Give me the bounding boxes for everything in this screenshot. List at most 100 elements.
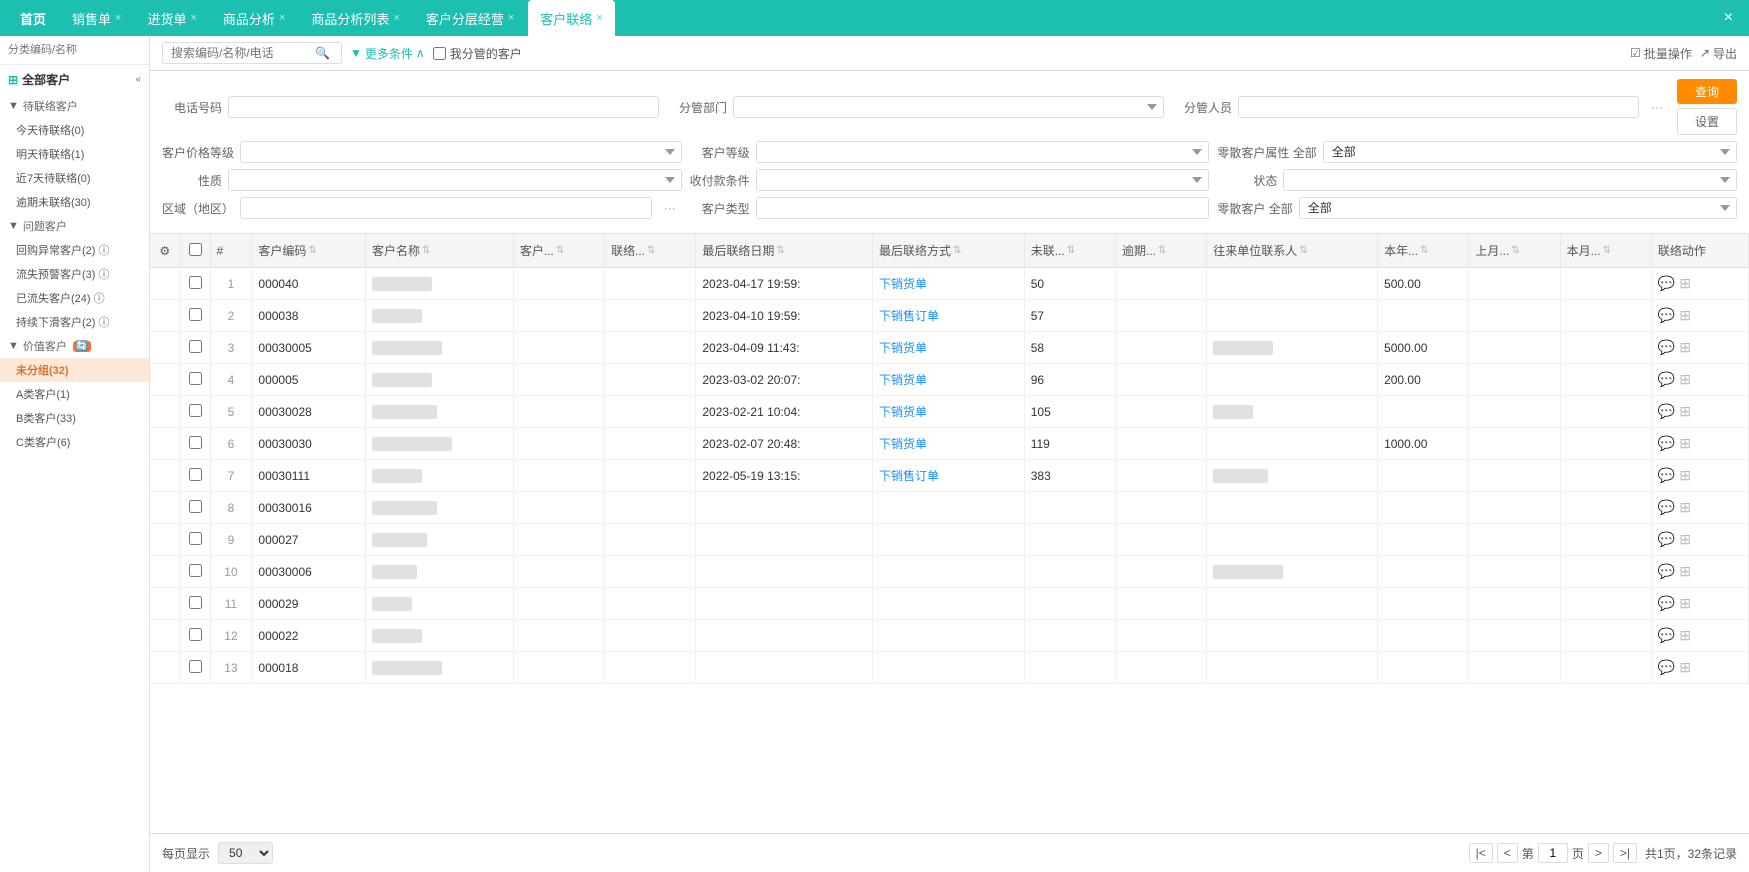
sidebar-group-pending[interactable]: ▼ 待联络客户 (0, 94, 149, 118)
sidebar-item-week[interactable]: 近7天待联络(0) (0, 166, 149, 190)
chat-icon-1[interactable]: 💬 (1658, 307, 1675, 324)
grid-action-icon-10[interactable]: ⊞ (1679, 595, 1691, 612)
sidebar-item-today[interactable]: 今天待联络(0) (0, 118, 149, 142)
grid-action-icon-1[interactable]: ⊞ (1679, 307, 1691, 324)
col-uncontacted[interactable]: 未联...⇅ (1024, 234, 1115, 268)
sidebar-item-b-group[interactable]: B类客户(33) (0, 406, 149, 430)
close-customer-segment-tab[interactable]: × (508, 12, 514, 24)
col-unit-contact[interactable]: 往来单位联系人⇅ (1207, 234, 1378, 268)
col-this-year[interactable]: 本年...⇅ (1378, 234, 1469, 268)
chat-icon-8[interactable]: 💬 (1658, 531, 1675, 548)
filter-search-input[interactable] (171, 46, 311, 60)
row-select-10[interactable] (189, 596, 202, 609)
filter-region-more-icon[interactable]: ··· (658, 198, 682, 218)
chat-icon-2[interactable]: 💬 (1658, 339, 1675, 356)
method-link-1[interactable]: 下销售订单 (879, 309, 939, 323)
row-select-5[interactable] (189, 436, 202, 449)
per-page-select[interactable]: 50 100 200 (218, 842, 273, 864)
close-sales-tab[interactable]: × (115, 12, 121, 24)
filter-phone-input[interactable] (228, 96, 659, 118)
sidebar-item-unassigned[interactable]: 未分组(32) (0, 358, 149, 382)
chat-icon-5[interactable]: 💬 (1658, 435, 1675, 452)
chat-icon-3[interactable]: 💬 (1658, 371, 1675, 388)
method-link-0[interactable]: 下销货单 (879, 277, 927, 291)
col-last-month[interactable]: 上月...⇅ (1469, 234, 1560, 268)
tab-customer-contact[interactable]: 客户联络 × (528, 0, 614, 36)
grid-action-icon-8[interactable]: ⊞ (1679, 531, 1691, 548)
filter-manager-more-icon[interactable]: ··· (1645, 97, 1669, 117)
filter-customer-level-select[interactable] (756, 141, 1210, 163)
grid-action-icon-5[interactable]: ⊞ (1679, 435, 1691, 452)
col-contact[interactable]: 联络...⇅ (605, 234, 696, 268)
chat-icon-6[interactable]: 💬 (1658, 467, 1675, 484)
page-input[interactable] (1538, 843, 1568, 863)
sidebar-group-problem[interactable]: ▼ 问题客户 (0, 214, 149, 238)
tab-sales[interactable]: 销售单 × (60, 0, 133, 36)
reset-button[interactable]: 设置 (1677, 108, 1737, 135)
grid-action-icon-12[interactable]: ⊞ (1679, 659, 1691, 676)
col-last-contact-method[interactable]: 最后联络方式⇅ (873, 234, 1025, 268)
filter-manager-input[interactable] (1238, 96, 1639, 118)
col-last-contact-date[interactable]: 最后联络日期⇅ (696, 234, 873, 268)
prev-page-btn[interactable]: < (1497, 843, 1518, 863)
filter-dept-select[interactable] (733, 96, 1164, 118)
select-all-checkbox[interactable] (189, 243, 202, 256)
filter-customer-type-input[interactable] (756, 197, 1210, 219)
sidebar-group-value[interactable]: ▼ 价值客户 🔄 (0, 334, 149, 358)
method-link-2[interactable]: 下销货单 (879, 341, 927, 355)
col-overdue[interactable]: 逾期...⇅ (1116, 234, 1207, 268)
chat-icon-7[interactable]: 💬 (1658, 499, 1675, 516)
my-customers-checkbox[interactable] (433, 47, 446, 60)
tab-purchase[interactable]: 进货单 × (135, 0, 208, 36)
grid-action-icon-7[interactable]: ⊞ (1679, 499, 1691, 516)
next-page-btn[interactable]: > (1588, 843, 1609, 863)
method-link-3[interactable]: 下销货单 (879, 373, 927, 387)
chat-icon-10[interactable]: 💬 (1658, 595, 1675, 612)
sidebar-collapse-icon[interactable]: « (135, 74, 141, 85)
filter-scattered-select[interactable]: 全部 (1299, 197, 1737, 219)
tab-home[interactable]: 首页 (8, 0, 58, 36)
chat-icon-11[interactable]: 💬 (1658, 627, 1675, 644)
sidebar-item-tomorrow[interactable]: 明天待联络(1) (0, 142, 149, 166)
filter-search-icon[interactable]: 🔍 (315, 46, 330, 60)
row-select-9[interactable] (189, 564, 202, 577)
chat-icon-4[interactable]: 💬 (1658, 403, 1675, 420)
row-select-11[interactable] (189, 628, 202, 641)
filter-price-level-select[interactable] (240, 141, 682, 163)
tab-product-analysis[interactable]: 商品分析 × (211, 0, 297, 36)
first-page-btn[interactable]: |< (1469, 843, 1493, 863)
window-close-button[interactable]: × (1716, 9, 1741, 27)
method-link-6[interactable]: 下销售订单 (879, 469, 939, 483)
filter-status-select[interactable] (1283, 169, 1737, 191)
row-select-4[interactable] (189, 404, 202, 417)
sidebar-item-c-group[interactable]: C类客户(6) (0, 430, 149, 454)
sidebar-item-overdue[interactable]: 逾期未联络(30) (0, 190, 149, 214)
grid-action-icon-9[interactable]: ⊞ (1679, 563, 1691, 580)
filter-more-btn[interactable]: ▼ 更多条件 ∧ (350, 45, 425, 62)
grid-action-icon-6[interactable]: ⊞ (1679, 467, 1691, 484)
filter-nature-select[interactable] (228, 169, 682, 191)
grid-action-icon-0[interactable]: ⊞ (1679, 275, 1691, 292)
export-btn[interactable]: ↗ 导出 (1700, 45, 1737, 62)
sidebar-search-input[interactable] (8, 44, 150, 56)
chat-icon-0[interactable]: 💬 (1658, 275, 1675, 292)
filter-payment-select[interactable] (756, 169, 1210, 191)
grid-action-icon-2[interactable]: ⊞ (1679, 339, 1691, 356)
col-code[interactable]: 客户编码⇅ (252, 234, 366, 268)
close-product-analysis-list-tab[interactable]: × (393, 12, 399, 24)
tab-product-analysis-list[interactable]: 商品分析列表 × (299, 0, 411, 36)
my-customers-filter[interactable]: 我分管的客户 (433, 45, 522, 62)
sidebar-item-a-group[interactable]: A类客户(1) (0, 382, 149, 406)
filter-scattered-attr-select[interactable]: 全部 (1323, 141, 1737, 163)
last-page-btn[interactable]: >| (1613, 843, 1637, 863)
col-name[interactable]: 客户名称⇅ (365, 234, 513, 268)
chat-icon-12[interactable]: 💬 (1658, 659, 1675, 676)
gear-icon[interactable]: ⚙ (159, 244, 170, 258)
row-select-0[interactable] (189, 276, 202, 289)
sidebar-item-lost[interactable]: 已流失客户(24) ⓘ (0, 286, 149, 310)
sidebar-all-customers[interactable]: ⊞ 全部客户 « (0, 65, 149, 94)
sidebar-item-abnormal[interactable]: 回购异常客户(2) ⓘ (0, 238, 149, 262)
row-select-8[interactable] (189, 532, 202, 545)
row-select-7[interactable] (189, 500, 202, 513)
method-link-4[interactable]: 下销货单 (879, 405, 927, 419)
